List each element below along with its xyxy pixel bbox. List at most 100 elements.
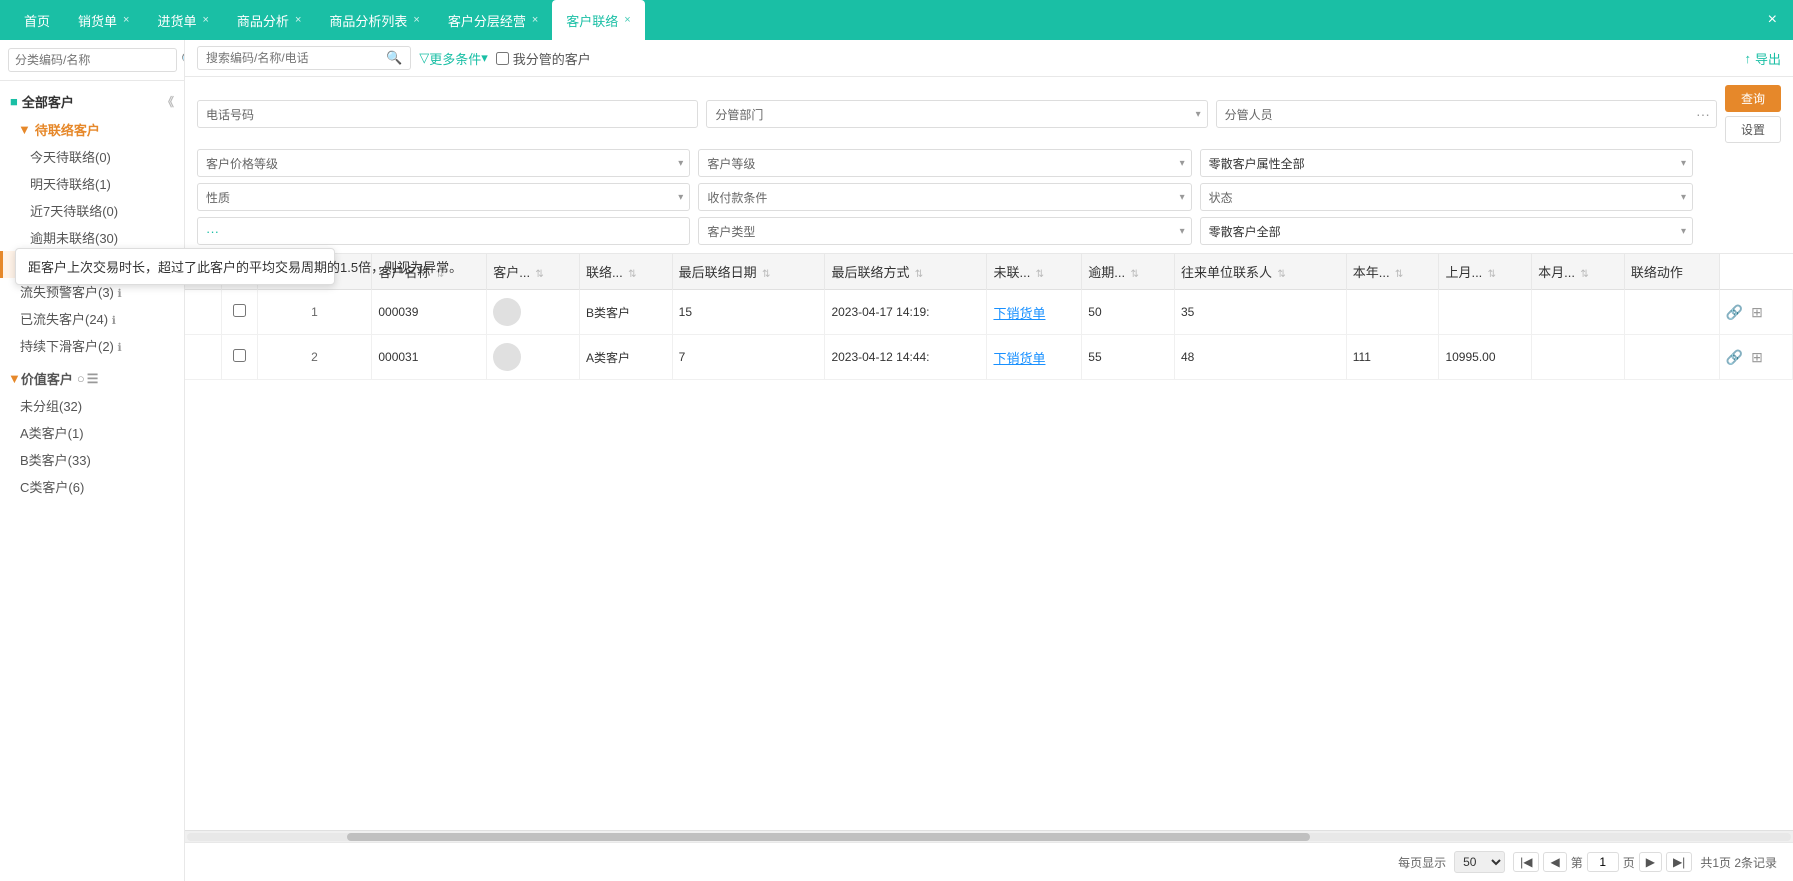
tree-item-ungroup[interactable]: 未分组(32)	[0, 392, 184, 419]
tree-item-today[interactable]: 今天待联络(0)	[10, 143, 184, 170]
nav-customer-contact[interactable]: 客户联络 ×	[552, 0, 644, 40]
row-contact-person-0	[1346, 290, 1439, 335]
sidebar-search-icon[interactable]: 🔍	[181, 52, 185, 68]
bottom-scrollbar[interactable]	[185, 830, 1793, 842]
customer-type-dropdown: ▾	[1180, 226, 1185, 237]
close-product-analysis[interactable]: ×	[295, 14, 301, 26]
filter-dept[interactable]: 分管部门 ▾	[706, 100, 1207, 128]
nav-home[interactable]: 首页	[10, 0, 64, 40]
filter-nature[interactable]: 性质 ▾	[197, 183, 690, 211]
scroll-thumb[interactable]	[347, 833, 1309, 841]
settings-btn[interactable]: 设置	[1725, 116, 1781, 143]
filter-more-dots[interactable]: ···	[206, 224, 219, 239]
last-contact-date-sort-icon[interactable]: ⇅	[762, 269, 770, 280]
col-last-contact-date-header: 最后联络日期 ⇅	[672, 254, 825, 290]
row-checkbox-input-0[interactable]	[233, 304, 246, 317]
filter-scattered-attr[interactable]: 零散客户属性 全部 ▾	[1200, 149, 1693, 177]
row-checkbox-1	[221, 335, 257, 380]
close-all-btn[interactable]: ×	[1762, 11, 1783, 29]
action-grid-icon-1[interactable]: ⊞	[1751, 349, 1763, 366]
tree-item-7days[interactable]: 近7天待联络(0)	[10, 197, 184, 224]
next-page-btn[interactable]: ▶	[1639, 852, 1662, 872]
contact-person-sort-icon[interactable]: ⇅	[1277, 269, 1285, 280]
tooltip-box: 距客户上次交易时长，超过了此客户的平均交易周期的1.5倍，则视为异常。	[15, 248, 335, 285]
sidebar-search-container: 🔍	[0, 40, 184, 81]
tree-root-all-customers[interactable]: ■ 全部客户 《	[0, 87, 184, 116]
edit-icon[interactable]: ○	[77, 371, 85, 386]
filter-manager[interactable]: 分管人员 ···	[1216, 100, 1717, 128]
filter-customer-level[interactable]: 客户等级 ▾	[698, 149, 1191, 177]
sidebar-search-input[interactable]	[8, 48, 177, 72]
collapse-sidebar-icon[interactable]: 《	[162, 93, 174, 110]
close-purchase-order[interactable]: ×	[202, 14, 208, 26]
filter-nature-label: 性质	[206, 189, 266, 206]
row-level-0: B类客户	[579, 290, 672, 335]
this-year-sort-icon[interactable]: ⇅	[1395, 269, 1403, 280]
col-no-contact-header: 未联... ⇅	[987, 254, 1082, 290]
filter-customer-type[interactable]: 客户类型 ▾	[698, 217, 1191, 245]
col-action-header: 联络动作	[1624, 254, 1719, 290]
tree-item-class-b[interactable]: B类客户(33)	[0, 446, 184, 473]
filter-phone-label: 电话号码	[206, 106, 266, 123]
tree-item-churned[interactable]: 已流失客户(24) ℹ	[0, 305, 184, 332]
tree-item-declining[interactable]: 持续下滑客户(2) ℹ	[0, 332, 184, 359]
filter-phone[interactable]: 电话号码	[197, 100, 698, 128]
filter-price-level[interactable]: 客户价格等级 ▾	[197, 149, 690, 177]
contact-count-sort-icon[interactable]: ⇅	[628, 269, 636, 280]
no-contact-sort-icon[interactable]: ⇅	[1036, 269, 1044, 280]
filter-search-input[interactable]	[206, 51, 386, 65]
chevron-down-icon: ▾	[481, 50, 488, 66]
last-type-link-0[interactable]: 下销货单	[993, 306, 1045, 321]
export-btn[interactable]: ↑ 导出	[1744, 49, 1781, 68]
tree-item-tomorrow[interactable]: 明天待联络(1)	[10, 170, 184, 197]
row-contact-count-1: 7	[672, 335, 825, 380]
close-customer-segmentation[interactable]: ×	[532, 14, 538, 26]
filter-customer-level-label: 客户等级	[707, 155, 767, 172]
action-link-icon-1[interactable]: 🔗	[1726, 349, 1743, 366]
action-grid-icon-0[interactable]: ⊞	[1751, 304, 1763, 321]
row-this-year-0	[1439, 290, 1532, 335]
tree-item-overdue-contact[interactable]: 逾期未联络(30)	[10, 224, 184, 251]
nav-customer-segmentation[interactable]: 客户分层经营 ×	[434, 0, 552, 40]
last-page-btn[interactable]: ▶|	[1666, 852, 1692, 872]
more-conditions-btn[interactable]: ▽ 更多条件 ▾	[419, 49, 488, 68]
close-customer-contact[interactable]: ×	[624, 14, 630, 26]
close-product-analysis-list[interactable]: ×	[413, 14, 419, 26]
tree-item-class-a[interactable]: A类客户(1)	[0, 419, 184, 446]
section-pending-contact-header[interactable]: ▼ 待联络客户	[10, 116, 184, 143]
row-code-0: 000039	[372, 290, 487, 335]
nav-product-analysis-list[interactable]: 商品分析列表 ×	[315, 0, 433, 40]
query-btn[interactable]: 查询	[1725, 85, 1781, 112]
last-month-sort-icon[interactable]: ⇅	[1488, 269, 1496, 280]
manager-dots-icon[interactable]: ···	[1696, 106, 1710, 122]
filter-dots[interactable]: ···	[197, 217, 690, 245]
filter-row-3: 性质 ▾ 收付款条件 ▾ 状态 ▾	[197, 183, 1781, 211]
prev-page-btn[interactable]: ◀	[1543, 852, 1566, 872]
action-link-icon-0[interactable]: 🔗	[1726, 304, 1743, 321]
last-type-link-1[interactable]: 下销货单	[993, 351, 1045, 366]
first-page-btn[interactable]: |◀	[1513, 852, 1539, 872]
row-checkbox-input-1[interactable]	[233, 349, 246, 362]
my-customers-checkbox[interactable]	[496, 52, 509, 65]
nav-sales-order[interactable]: 销货单 ×	[64, 0, 143, 40]
nav-purchase-order[interactable]: 进货单 ×	[143, 0, 222, 40]
nav-product-analysis[interactable]: 商品分析 ×	[223, 0, 315, 40]
this-month-sort-icon[interactable]: ⇅	[1580, 269, 1588, 280]
level-sort-icon[interactable]: ⇅	[535, 269, 543, 280]
close-sales-order[interactable]: ×	[123, 14, 129, 26]
group-icon[interactable]: ☰	[87, 371, 99, 387]
last-contact-type-sort-icon[interactable]: ⇅	[915, 269, 923, 280]
filter-search-icon[interactable]: 🔍	[386, 50, 402, 66]
filter-status[interactable]: 状态 ▾	[1200, 183, 1693, 211]
export-icon: ↑	[1744, 51, 1751, 66]
customer-level-dropdown: ▾	[1180, 158, 1185, 169]
page-input[interactable]	[1587, 852, 1619, 872]
filter-payment[interactable]: 收付款条件 ▾	[698, 183, 1191, 211]
filter-scattered-customer[interactable]: 零散客户 全部 ▾	[1200, 217, 1693, 245]
overdue-sort-icon[interactable]: ⇅	[1130, 269, 1138, 280]
per-page-select[interactable]: 50 100 200	[1454, 851, 1505, 873]
table-row: 1 000039 B类客户 15 2023-04-17 14:19: 下销货单 …	[185, 290, 1793, 335]
col-last-contact-type-header: 最后联络方式 ⇅	[825, 254, 987, 290]
tree-item-class-c[interactable]: C类客户(6)	[0, 473, 184, 500]
scattered-attr-val: 全部	[1281, 155, 1305, 172]
